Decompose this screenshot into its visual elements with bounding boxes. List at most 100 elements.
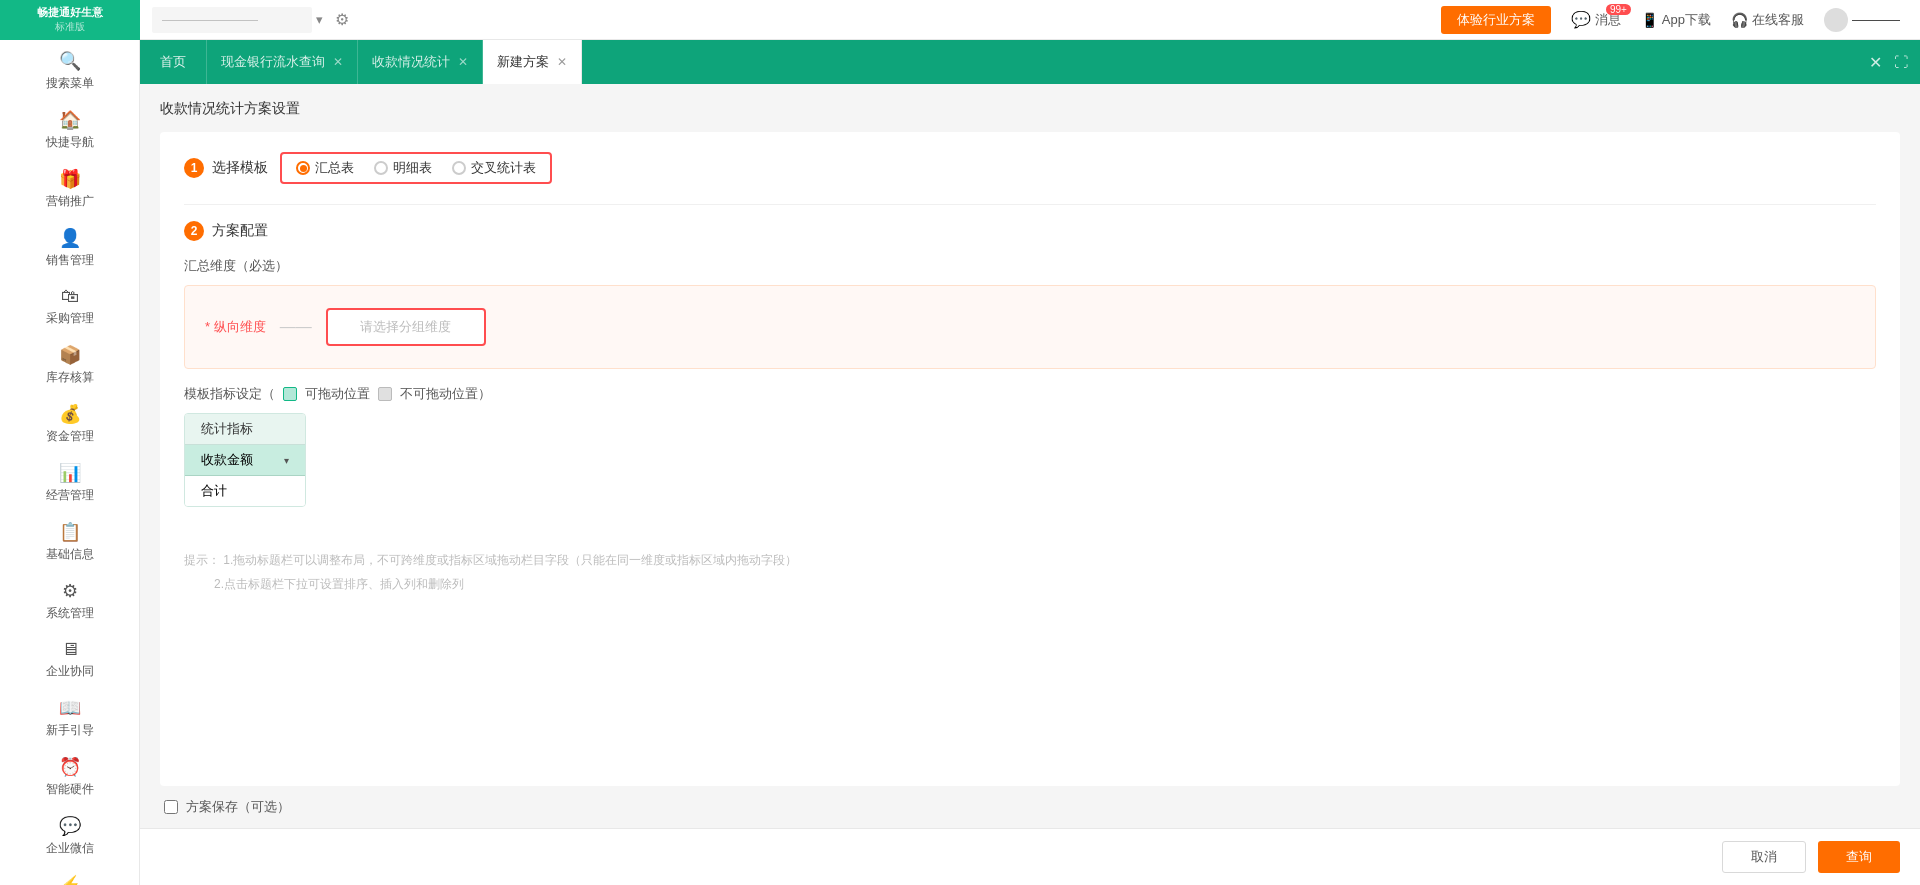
download-label: App下载 bbox=[1662, 11, 1711, 29]
non-draggable-hint-box bbox=[378, 387, 392, 401]
username-label: ———— bbox=[1852, 13, 1900, 27]
dimension-area: * 纵向维度 —— 请选择分组维度 bbox=[184, 285, 1876, 369]
save-section: 方案保存（可选） bbox=[160, 786, 1900, 828]
breadcrumb-path: ———————— bbox=[152, 7, 312, 33]
tab-revenue-stats-close[interactable]: ✕ bbox=[458, 55, 468, 69]
main-card: 1 选择模板 汇总表 bbox=[160, 132, 1900, 786]
sidebar-item-sales[interactable]: 👤 销售管理 bbox=[0, 217, 139, 276]
draggable-hint-label: 可拖动位置 bbox=[305, 385, 370, 403]
radio-detail-circle bbox=[374, 161, 388, 175]
metrics-table: 统计指标 收款金额 ▾ 合计 bbox=[184, 413, 306, 507]
query-button[interactable]: 查询 bbox=[1818, 841, 1900, 873]
tab-bank-flow-label: 现金银行流水查询 bbox=[221, 53, 325, 71]
radio-cross-circle bbox=[452, 161, 466, 175]
tab-new-plan-close[interactable]: ✕ bbox=[557, 55, 567, 69]
gift-icon: 🎁 bbox=[59, 168, 81, 190]
tab-expand-icon[interactable]: ⛶ bbox=[1894, 54, 1908, 70]
basic-info-icon: 📋 bbox=[59, 521, 81, 543]
tab-bank-flow[interactable]: 现金银行流水查询 ✕ bbox=[207, 40, 358, 84]
sidebar-item-collab[interactable]: 🖥 企业协同 bbox=[0, 629, 139, 687]
tab-close-icon[interactable]: ✕ bbox=[1869, 53, 1882, 72]
template-options-box: 汇总表 明细表 交叉统计表 bbox=[280, 152, 552, 184]
system-icon: ⚙ bbox=[62, 580, 78, 602]
radio-detail[interactable]: 明细表 bbox=[374, 159, 432, 177]
home-icon: 🏠 bbox=[59, 109, 81, 131]
dropdown-icon[interactable]: ▾ bbox=[316, 12, 323, 27]
sidebar-item-hardware[interactable]: ⏰ 智能硬件 bbox=[0, 746, 139, 805]
tips-section: 提示： 1.拖动标题栏可以调整布局，不可跨维度或指标区域拖动栏目字段（只能在同一… bbox=[184, 548, 1876, 596]
sidebar-item-nav[interactable]: 🏠 快捷导航 bbox=[0, 99, 139, 158]
cancel-button[interactable]: 取消 bbox=[1722, 841, 1806, 873]
radio-summary-circle bbox=[296, 161, 310, 175]
management-icon: 📊 bbox=[59, 462, 81, 484]
step1-title: 选择模板 bbox=[212, 159, 268, 177]
sidebar-item-purchase[interactable]: 🛍 采购管理 bbox=[0, 276, 139, 334]
service-label: 在线客服 bbox=[1752, 11, 1804, 29]
step2-number: 2 bbox=[184, 221, 204, 241]
user-area[interactable]: ———— bbox=[1824, 8, 1900, 32]
avatar bbox=[1824, 8, 1848, 32]
bottom-bar: 取消 查询 bbox=[140, 828, 1920, 885]
save-label: 方案保存（可选） bbox=[186, 798, 290, 816]
sidebar-item-wechat[interactable]: 💬 企业微信 bbox=[0, 805, 139, 864]
service-area[interactable]: 🎧 在线客服 bbox=[1731, 11, 1804, 29]
guide-icon: 📖 bbox=[59, 697, 81, 719]
draggable-hint-box bbox=[283, 387, 297, 401]
service-icon: 🎧 bbox=[1731, 12, 1748, 28]
content-area: 收款情况统计方案设置 1 选择模板 bbox=[140, 84, 1920, 828]
search-icon: 🔍 bbox=[59, 50, 81, 72]
collab-icon: 🖥 bbox=[61, 639, 79, 660]
sidebar-item-finance[interactable]: 💰 资金管理 bbox=[0, 393, 139, 452]
sidebar-item-system[interactable]: ⚙ 系统管理 bbox=[0, 570, 139, 629]
tab-bar: 首页 现金银行流水查询 ✕ 收款情况统计 ✕ 新建方案 ✕ ✕ ⛶ bbox=[140, 40, 1920, 84]
dimension-arrow: —— bbox=[280, 318, 312, 336]
sidebar-item-inventory[interactable]: 📦 库存核算 bbox=[0, 334, 139, 393]
member-icon: ⚡ bbox=[59, 874, 81, 885]
metrics-column-header-label: 收款金额 bbox=[201, 451, 253, 469]
sidebar-item-marketing[interactable]: 🎁 营销推广 bbox=[0, 158, 139, 217]
dropdown-arrow-icon: ▾ bbox=[284, 455, 289, 466]
stats-label-cell: 统计指标 bbox=[185, 414, 305, 445]
save-checkbox[interactable] bbox=[164, 800, 178, 814]
hardware-icon: ⏰ bbox=[59, 756, 81, 778]
message-badge: 99+ bbox=[1606, 4, 1631, 15]
tab-new-plan-label: 新建方案 bbox=[497, 53, 549, 71]
sidebar-item-search[interactable]: 🔍 搜索菜单 bbox=[0, 40, 139, 99]
step2-title: 方案配置 bbox=[212, 222, 268, 240]
download-area[interactable]: 📱 App下载 bbox=[1641, 11, 1711, 29]
finance-icon: 💰 bbox=[59, 403, 81, 425]
wechat-icon: 💬 bbox=[59, 815, 81, 837]
sidebar-item-member[interactable]: ⚡ 畅会员 bbox=[0, 864, 139, 885]
purchase-icon: 🛍 bbox=[61, 286, 79, 307]
trial-button[interactable]: 体验行业方案 bbox=[1441, 6, 1551, 34]
dimension-row-label: * 纵向维度 bbox=[205, 318, 266, 336]
sidebar-item-basic-info[interactable]: 📋 基础信息 bbox=[0, 511, 139, 570]
tab-new-plan[interactable]: 新建方案 ✕ bbox=[483, 40, 582, 84]
tip-line2: 2.点击标题栏下拉可设置排序、插入列和删除列 bbox=[214, 572, 1876, 596]
tab-bank-flow-close[interactable]: ✕ bbox=[333, 55, 343, 69]
metrics-column-header[interactable]: 收款金额 ▾ bbox=[185, 445, 305, 476]
logo-icon: 畅捷通好生意 bbox=[37, 5, 103, 20]
download-icon: 📱 bbox=[1641, 12, 1658, 28]
radio-summary[interactable]: 汇总表 bbox=[296, 159, 354, 177]
step1-section: 1 选择模板 汇总表 bbox=[184, 152, 1876, 184]
dimension-title: 汇总维度（必选） bbox=[184, 257, 1876, 275]
sidebar-item-guide[interactable]: 📖 新手引导 bbox=[0, 687, 139, 746]
tab-home[interactable]: 首页 bbox=[140, 40, 207, 84]
logo-area: 畅捷通好生意 标准版 bbox=[0, 0, 140, 40]
dimension-section: 汇总维度（必选） * 纵向维度 —— 请选择分组维度 bbox=[184, 257, 1876, 369]
metrics-title: 模板指标设定（ bbox=[184, 385, 275, 403]
tab-revenue-stats[interactable]: 收款情况统计 ✕ bbox=[358, 40, 483, 84]
sidebar: 🔍 搜索菜单 🏠 快捷导航 🎁 营销推广 👤 销售管理 🛍 采购管理 📦 bbox=[0, 40, 140, 885]
page-title: 收款情况统计方案设置 bbox=[160, 100, 1900, 118]
settings-icon[interactable]: ⚙ bbox=[335, 10, 349, 29]
tab-home-label: 首页 bbox=[160, 53, 186, 71]
message-icon-area[interactable]: 💬 99+ 消息 bbox=[1571, 10, 1621, 29]
radio-cross[interactable]: 交叉统计表 bbox=[452, 159, 536, 177]
step2-section: 2 方案配置 汇总维度（必选） * 纵向维度 —— 请选择分组 bbox=[184, 221, 1876, 596]
tip-line1: 提示： 1.拖动标题栏可以调整布局，不可跨维度或指标区域拖动栏目字段（只能在同一… bbox=[184, 548, 1876, 572]
dimension-dropzone[interactable]: 请选择分组维度 bbox=[326, 308, 486, 346]
metrics-sub-row: 合计 bbox=[185, 476, 305, 506]
sidebar-item-management[interactable]: 📊 经营管理 bbox=[0, 452, 139, 511]
non-draggable-hint-label: 不可拖动位置） bbox=[400, 385, 491, 403]
